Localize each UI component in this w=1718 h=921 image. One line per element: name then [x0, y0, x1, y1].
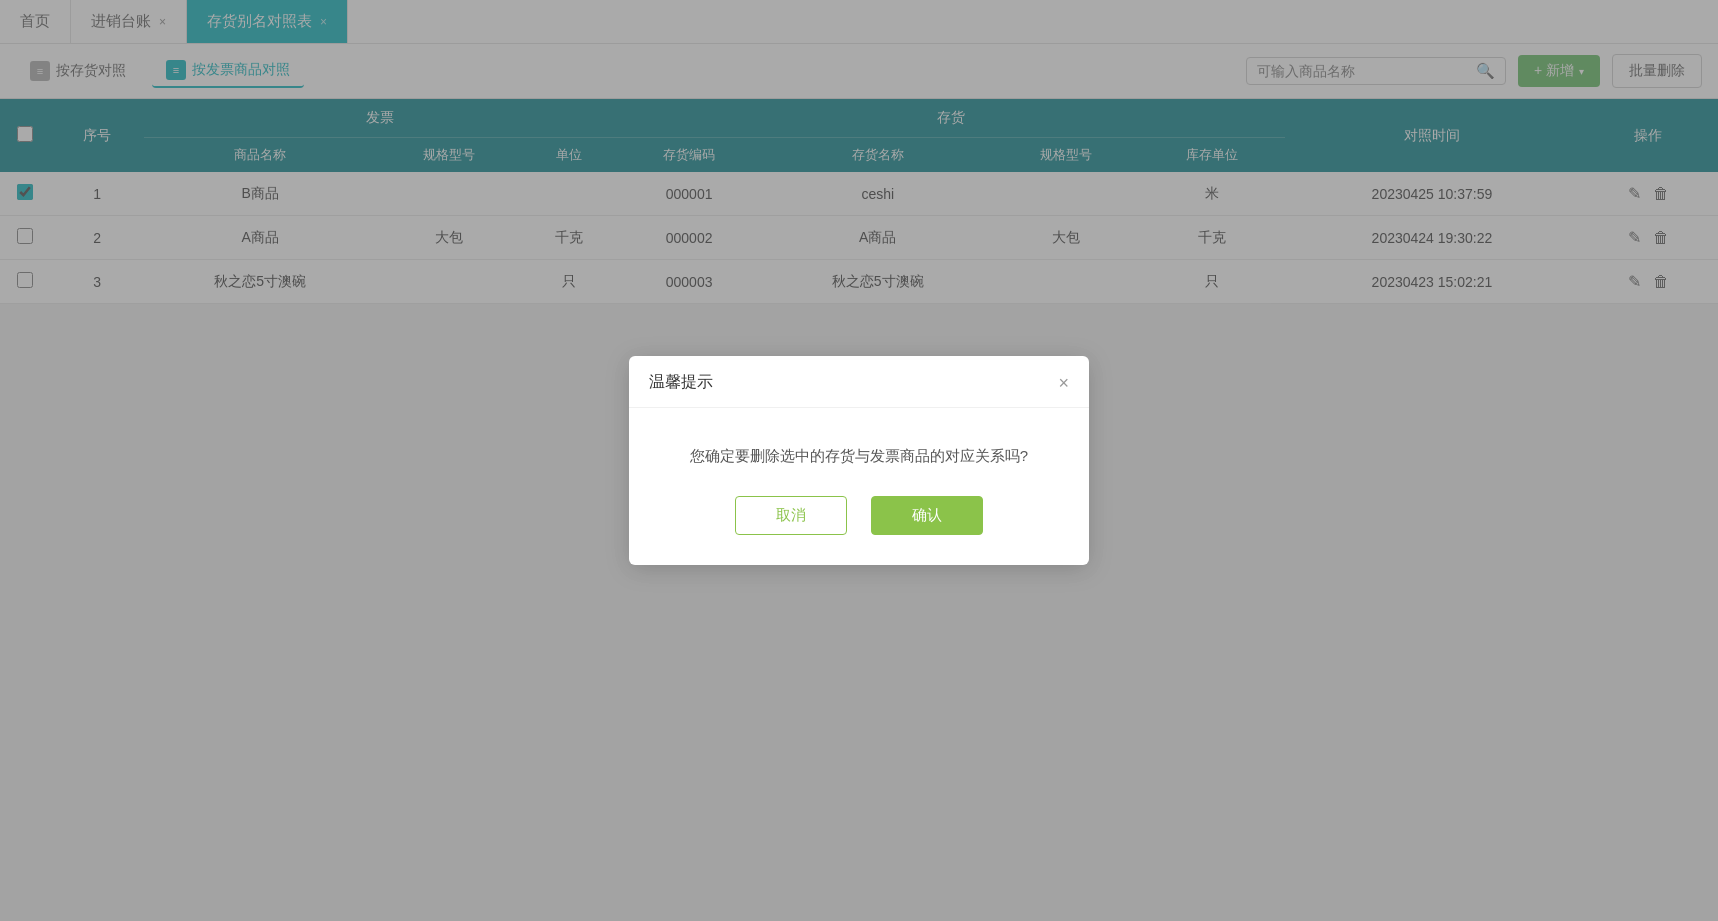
overlay: 温馨提示 × 您确定要删除选中的存货与发票商品的对应关系吗? 取消 确认 — [0, 0, 1718, 304]
